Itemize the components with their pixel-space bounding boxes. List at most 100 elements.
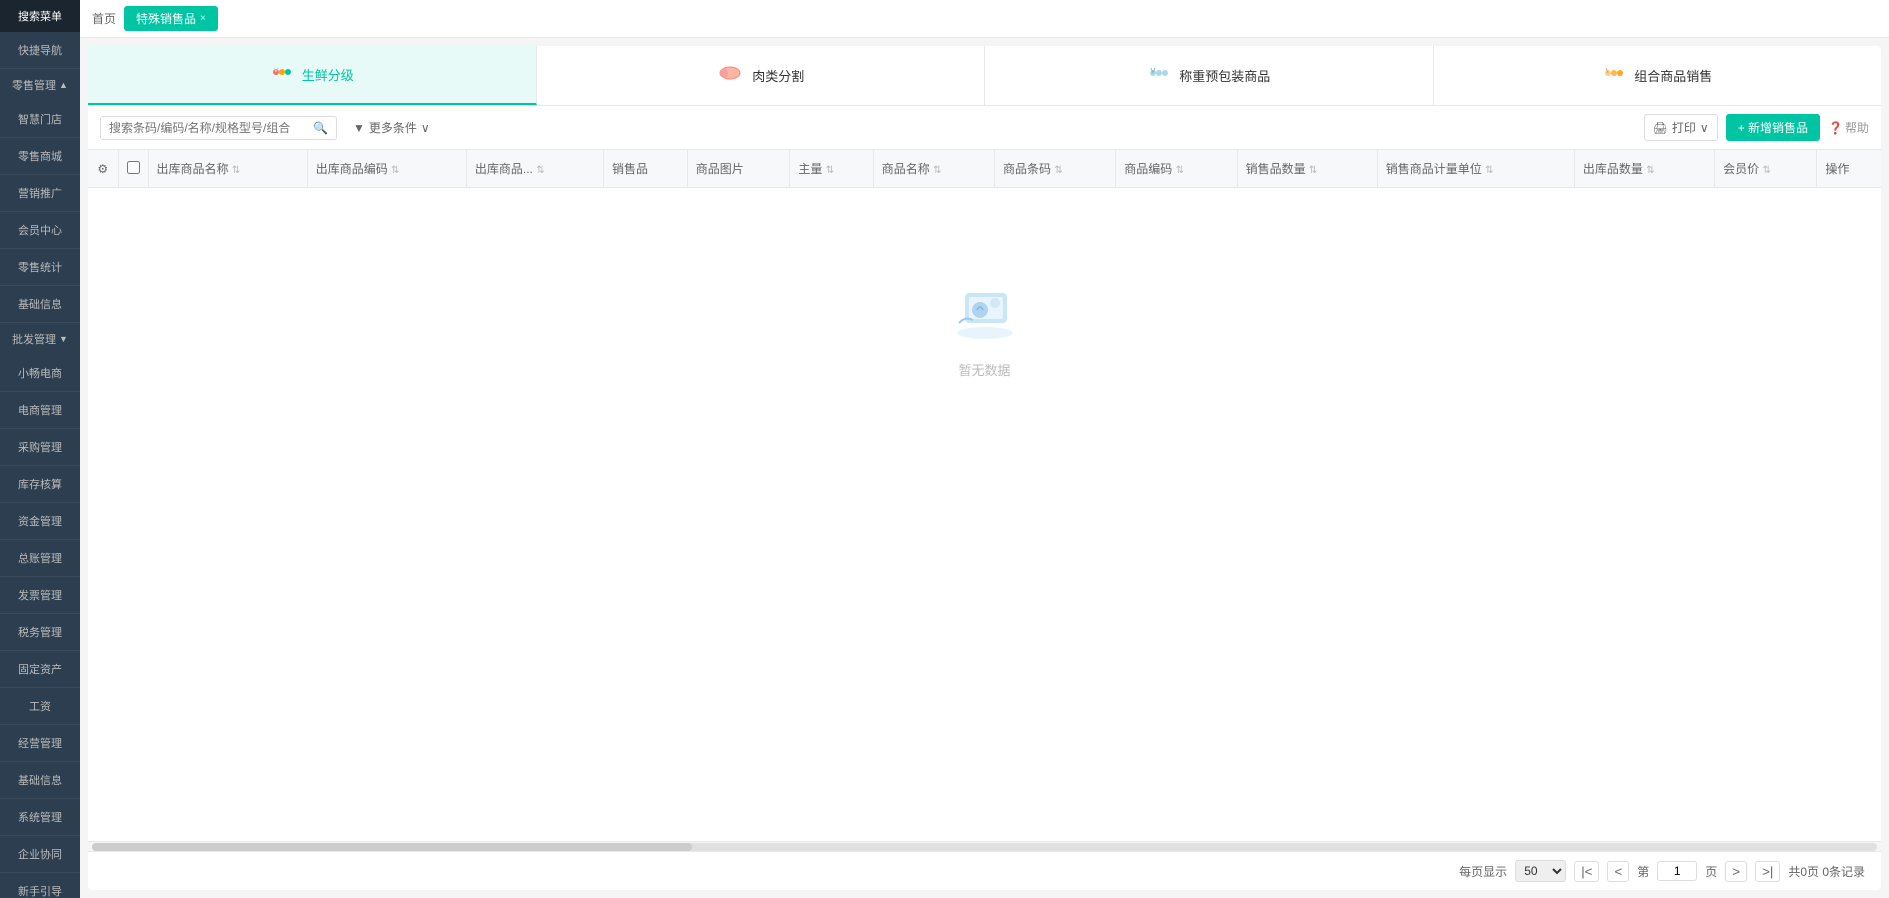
close-tab-icon[interactable]: × [200, 13, 206, 24]
sidebar-item-quick-nav[interactable]: 快捷导航 [0, 32, 80, 69]
purchase-mgmt-label: 采购管理 [18, 439, 62, 455]
search-box[interactable]: 🔍 [100, 116, 337, 140]
sidebar-item-new-guide[interactable]: 新手引导 [0, 873, 80, 898]
col-operation: 操作 [1817, 150, 1881, 188]
sidebar-item-ecommerce-mgmt[interactable]: 电商管理 [0, 392, 80, 429]
prev-page-button[interactable]: < [1607, 861, 1629, 882]
page-label: 第 [1637, 863, 1649, 880]
sidebar-item-finance[interactable]: 资金管理 [0, 503, 80, 540]
sidebar-item-smart-store[interactable]: 智慧门店 [0, 101, 80, 138]
page-size-label: 每页显示 [1459, 863, 1507, 880]
wholesale-mgmt-label: 批发管理 [12, 331, 56, 347]
sort-arrows-out-product-info: ⇅ [536, 165, 544, 176]
first-page-button[interactable]: |< [1574, 861, 1599, 882]
col-sale-unit[interactable]: 销售商品计量单位 ⇅ [1377, 150, 1574, 188]
empty-text: 暂无数据 [958, 360, 1010, 379]
total-info: 共0页 0条记录 [1788, 863, 1865, 880]
sidebar-item-wholesale-mgmt[interactable]: 批发管理 ▼ [0, 323, 80, 355]
inventory-label: 库存核算 [18, 476, 62, 492]
finance-label: 资金管理 [18, 513, 62, 529]
search-input[interactable] [109, 121, 309, 135]
basic-info2-label: 基础信息 [18, 772, 62, 788]
topbar: 首页 特殊销售品 × [80, 0, 1889, 38]
empty-state: 暂无数据 [88, 188, 1881, 459]
col-product-barcode[interactable]: 商品条码 ⇅ [995, 150, 1116, 188]
last-page-button[interactable]: >| [1755, 861, 1780, 882]
sidebar-item-system-mgmt[interactable]: 系统管理 [0, 799, 80, 836]
toolbar: 🔍 ▼ 更多条件 ∨ 🖨 打印 ∨ + 新增销售品 ❓ [88, 106, 1881, 150]
retail-mall-label: 零售商城 [18, 148, 62, 164]
help-label: 帮助 [1845, 119, 1869, 136]
col-member-price[interactable]: 会员价 ⇅ [1715, 150, 1817, 188]
empty-state-illustration [945, 268, 1025, 348]
col-product-name[interactable]: 商品名称 ⇅ [873, 150, 994, 188]
page-size-select[interactable]: 50 10 20 100 [1515, 860, 1566, 882]
col-sale-product[interactable]: 销售品 [603, 150, 687, 188]
sidebar-item-salary[interactable]: 工资 [0, 688, 80, 725]
type-tabs: 生鲜分级 肉类分割 称重预包装商品 组合商品销售 [88, 46, 1881, 106]
col-product-code[interactable]: 商品编码 ⇅ [1116, 150, 1237, 188]
current-tab[interactable]: 特殊销售品 × [124, 6, 218, 31]
sidebar-item-basic-info2[interactable]: 基础信息 [0, 762, 80, 799]
horizontal-scrollbar[interactable] [88, 841, 1881, 851]
sidebar-item-basic-info[interactable]: 基础信息 [0, 286, 80, 323]
retail-mgmt-label: 零售管理 [12, 77, 56, 93]
member-center-label: 会员中心 [18, 222, 62, 238]
scrollbar-thumb[interactable] [92, 843, 692, 851]
retail-mgmt-arrow: ▲ [59, 80, 68, 90]
col-out-product-info[interactable]: 出库商品... ⇅ [466, 150, 603, 188]
main-content: 首页 特殊销售品 × 生鲜分级 肉类分割 [80, 0, 1889, 898]
col-weight[interactable]: 主量 ⇅ [790, 150, 873, 188]
table-container: ⚙ 出库商品名称 ⇅ 出库商品编码 ⇅ 出库 [88, 150, 1881, 841]
sidebar-item-retail-mall[interactable]: 零售商城 [0, 138, 80, 175]
col-out-quantity[interactable]: 出库品数量 ⇅ [1574, 150, 1714, 188]
sidebar-item-operations[interactable]: 经营管理 [0, 725, 80, 762]
col-out-product-name[interactable]: 出库商品名称 ⇅ [148, 150, 307, 188]
sort-arrows-product-code: ⇅ [1176, 165, 1184, 176]
sidebar-item-invoice-mgmt[interactable]: 发票管理 [0, 577, 80, 614]
help-button[interactable]: ❓ 帮助 [1828, 119, 1869, 136]
filter-arrow-icon: ∨ [421, 121, 430, 135]
logo-text: 搜索菜单 [18, 11, 62, 23]
sidebar-item-retail-mgmt[interactable]: 零售管理 ▲ [0, 69, 80, 101]
sidebar-item-fixed-assets[interactable]: 固定资产 [0, 651, 80, 688]
quick-nav-label: 快捷导航 [18, 42, 62, 58]
col-out-product-code[interactable]: 出库商品编码 ⇅ [307, 150, 466, 188]
sidebar-logo[interactable]: 搜索菜单 [0, 0, 80, 32]
breadcrumb-home[interactable]: 首页 [92, 10, 116, 27]
sidebar-item-member-center[interactable]: 会员中心 [0, 212, 80, 249]
smart-store-label: 智慧门店 [18, 111, 62, 127]
tab-meat-cut[interactable]: 肉类分割 [537, 46, 986, 105]
sort-arrows-out-quantity: ⇅ [1646, 165, 1654, 176]
print-button[interactable]: 🖨 打印 ∨ [1644, 114, 1718, 141]
filter-button[interactable]: ▼ 更多条件 ∨ [345, 115, 438, 140]
new-button-label: + 新增销售品 [1738, 119, 1808, 136]
new-button[interactable]: + 新增销售品 [1726, 114, 1820, 141]
sidebar-item-enterprise[interactable]: 企业协同 [0, 836, 80, 873]
sidebar-item-tax-mgmt[interactable]: 税务管理 [0, 614, 80, 651]
sidebar-item-marketing[interactable]: 营销推广 [0, 175, 80, 212]
col-settings[interactable]: ⚙ [88, 150, 118, 188]
pagination: 每页显示 50 10 20 100 |< < 第 页 > >| 共0页 0条记录 [88, 851, 1881, 890]
col-sale-quantity[interactable]: 销售品数量 ⇅ [1237, 150, 1377, 188]
sort-arrows-product-name: ⇅ [933, 165, 941, 176]
tab-weight-packed[interactable]: 称重预包装商品 [985, 46, 1434, 105]
ecommerce-mgmt-label: 电商管理 [18, 402, 62, 418]
tab-fresh-grade[interactable]: 生鲜分级 [88, 46, 537, 105]
sidebar-item-inventory[interactable]: 库存核算 [0, 466, 80, 503]
page-number-input[interactable] [1657, 861, 1697, 881]
select-all-checkbox[interactable] [127, 161, 140, 174]
current-tab-label: 特殊销售品 [136, 10, 196, 27]
basic-info-label: 基础信息 [18, 296, 62, 312]
sidebar-item-retail-stats[interactable]: 零售统计 [0, 249, 80, 286]
sort-arrows-out-product-name: ⇅ [232, 165, 240, 176]
search-icon[interactable]: 🔍 [313, 121, 328, 135]
next-page-button[interactable]: > [1725, 861, 1747, 882]
sidebar-item-purchase-mgmt[interactable]: 采购管理 [0, 429, 80, 466]
sidebar-item-mini-ecommerce[interactable]: 小畅电商 [0, 355, 80, 392]
col-checkbox[interactable] [118, 150, 148, 188]
tab-combo[interactable]: 组合商品销售 [1434, 46, 1882, 105]
sidebar-item-ledger[interactable]: 总账管理 [0, 540, 80, 577]
sort-arrows-weight: ⇅ [826, 165, 834, 176]
col-product-image[interactable]: 商品图片 [687, 150, 790, 188]
